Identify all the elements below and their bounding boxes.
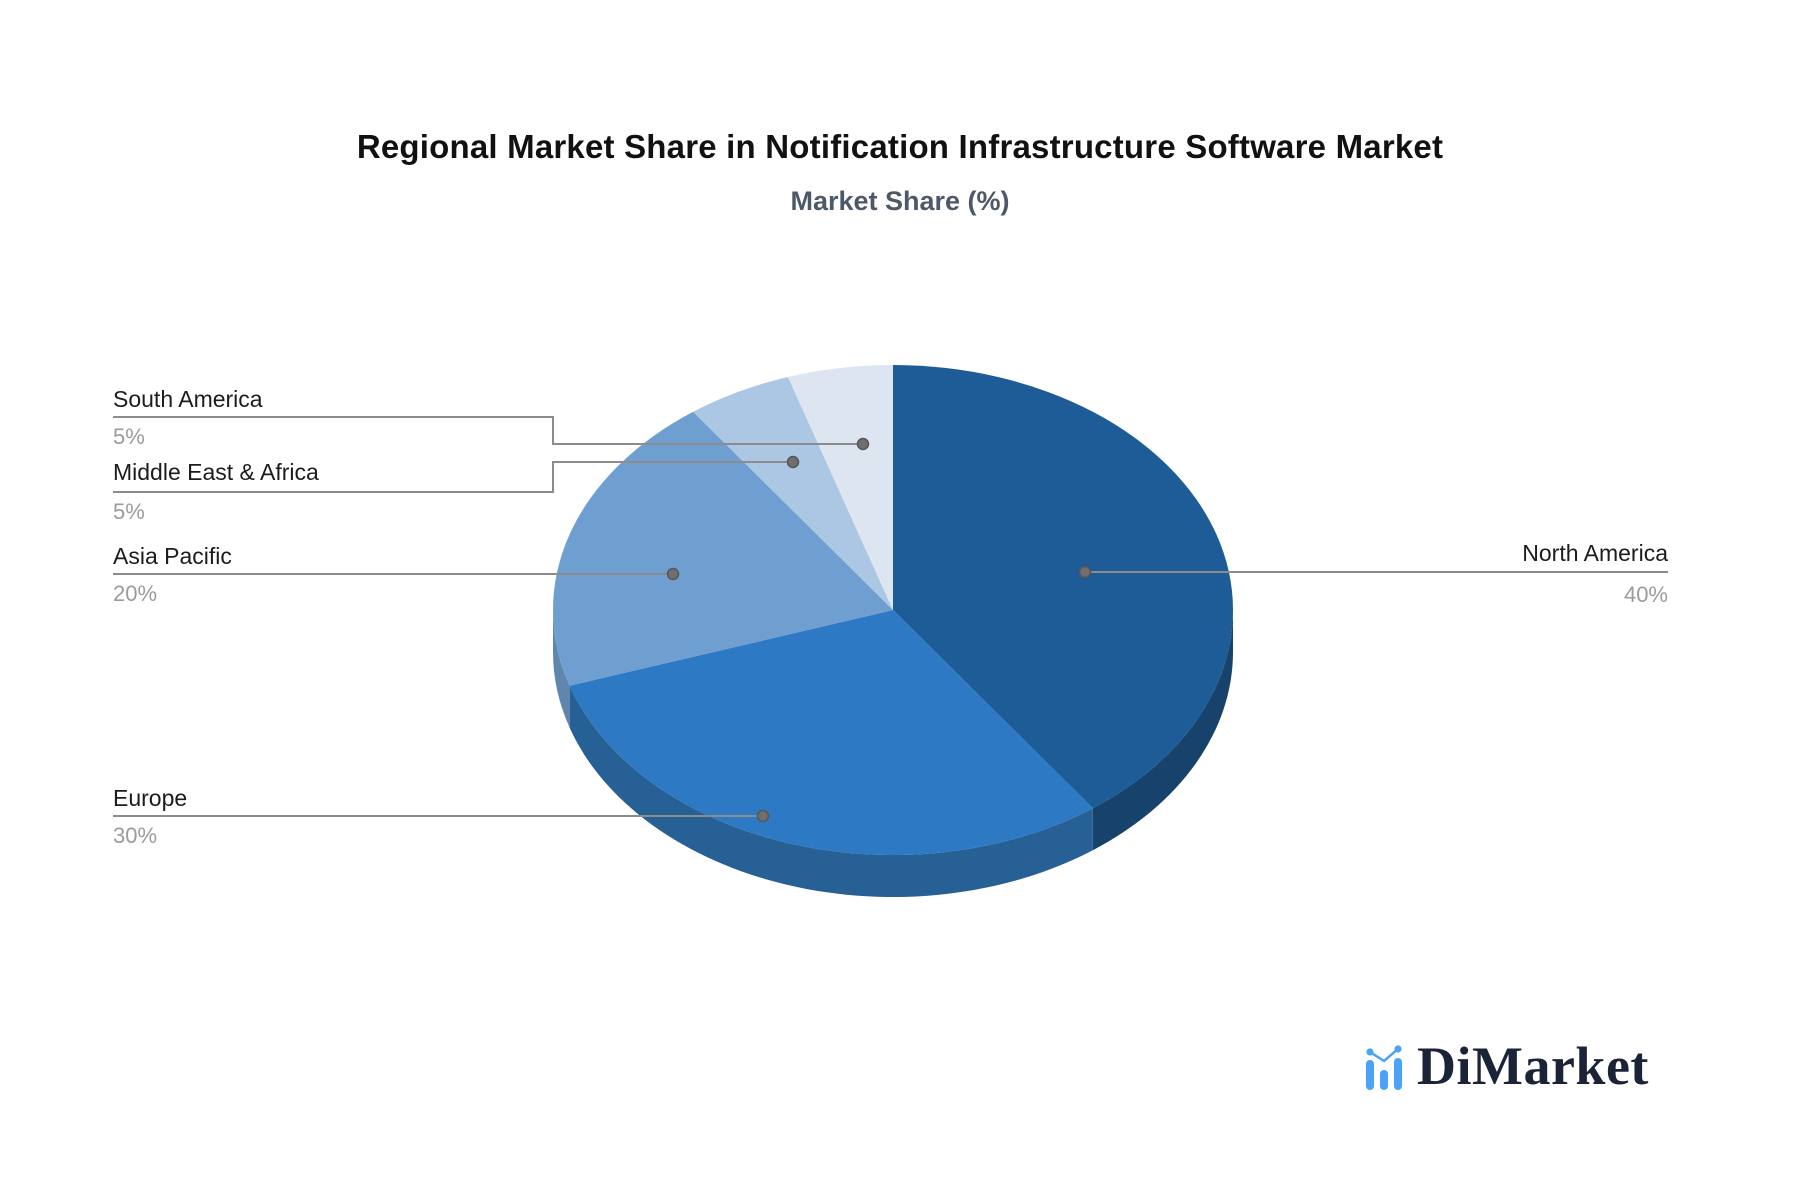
callout-value-north-america: 40% xyxy=(1623,582,1668,607)
leader-dot-europe xyxy=(756,809,770,823)
callout-value-south-america: 5% xyxy=(113,424,145,449)
callout-value-europe: 30% xyxy=(113,823,158,848)
leader-dot-north-america xyxy=(1078,565,1092,579)
callout-label-south-america: South America xyxy=(113,386,263,412)
leader-dot-middle-east-africa xyxy=(786,455,800,469)
pie-chart-canvas xyxy=(113,364,1668,898)
callout-label-north-america: North America xyxy=(1522,540,1668,566)
callout-label-europe: Europe xyxy=(113,785,188,811)
leader-dot-south-america xyxy=(856,437,870,451)
brand-name: DiMarket xyxy=(1417,1036,1649,1096)
callout-label-asia-pacific: Asia Pacific xyxy=(113,543,232,569)
callout-value-middle-east-africa: 5% xyxy=(113,499,145,524)
bar-chart-logo-icon xyxy=(1366,1045,1402,1090)
callout-label-middle-east-africa: Middle East & Africa xyxy=(113,459,319,485)
page: { "title": "Regional Market Share in Not… xyxy=(0,0,1800,1196)
callout-value-asia-pacific: 20% xyxy=(113,581,158,606)
leader-dot-asia-pacific xyxy=(666,567,680,581)
brand-logo: DiMarket xyxy=(1366,1036,1649,1096)
